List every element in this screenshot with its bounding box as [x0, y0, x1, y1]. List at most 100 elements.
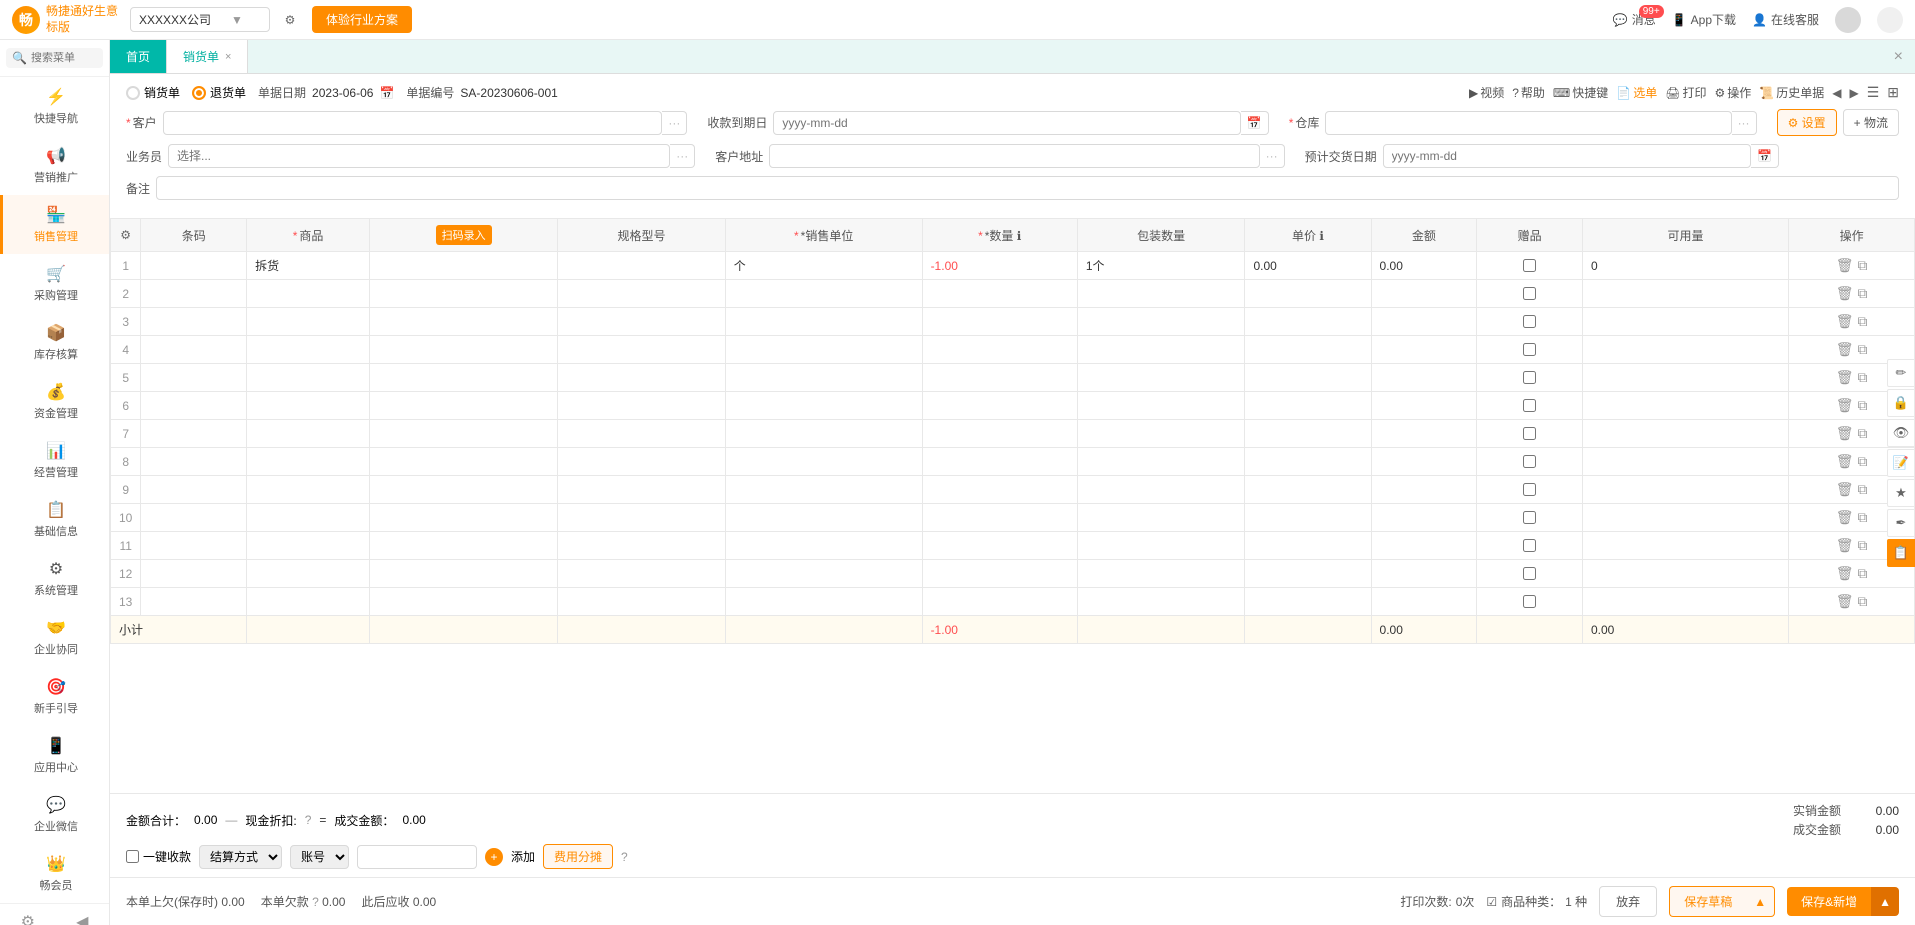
row-unit[interactable] — [725, 504, 922, 532]
gift-checkbox[interactable] — [1523, 371, 1536, 384]
row-spec[interactable] — [558, 476, 726, 504]
row-barcode[interactable] — [141, 252, 247, 280]
row-qty[interactable] — [922, 392, 1077, 420]
row-product[interactable] — [247, 476, 370, 504]
row-unit[interactable] — [725, 336, 922, 364]
row-product[interactable] — [247, 588, 370, 616]
row-barcode[interactable] — [141, 448, 247, 476]
row-copy-button[interactable]: ⧉ — [1857, 593, 1867, 610]
row-gift[interactable] — [1477, 336, 1583, 364]
row-product[interactable] — [247, 392, 370, 420]
abandon-button[interactable]: 放弃 — [1599, 886, 1657, 917]
salesman-input[interactable] — [168, 144, 670, 168]
avatar[interactable] — [1835, 7, 1861, 33]
row-qty[interactable] — [922, 336, 1077, 364]
expected-date-input[interactable] — [1383, 144, 1751, 168]
gift-checkbox[interactable] — [1523, 259, 1536, 272]
row-product[interactable] — [247, 420, 370, 448]
row-gift[interactable] — [1477, 252, 1583, 280]
row-unit-price[interactable] — [1245, 504, 1371, 532]
row-qty[interactable] — [922, 504, 1077, 532]
row-gift[interactable] — [1477, 588, 1583, 616]
sidebar-item-purchase[interactable]: 🛒 采购管理 — [0, 254, 109, 313]
row-amount[interactable] — [1371, 336, 1477, 364]
gift-checkbox[interactable] — [1523, 511, 1536, 524]
row-unit-price[interactable] — [1245, 280, 1371, 308]
salesman-ellipsis-button[interactable]: ··· — [670, 144, 695, 168]
row-barcode[interactable] — [141, 476, 247, 504]
radio-return-order[interactable]: 退货单 — [192, 84, 246, 101]
row-unit[interactable] — [725, 588, 922, 616]
row-product[interactable] — [247, 336, 370, 364]
row-spec[interactable] — [558, 336, 726, 364]
company-select[interactable]: XXXXXX公司 ▼ — [130, 7, 270, 32]
row-amount[interactable] — [1371, 420, 1477, 448]
gift-checkbox[interactable] — [1523, 399, 1536, 412]
row-unit-price[interactable] — [1245, 308, 1371, 336]
settings-gear-button[interactable]: ⚙ — [276, 6, 304, 34]
row-barcode[interactable] — [141, 392, 247, 420]
row-unit[interactable] — [725, 364, 922, 392]
row-unit-price[interactable] — [1245, 588, 1371, 616]
row-spec[interactable] — [558, 420, 726, 448]
col-settings[interactable]: ⚙ — [111, 219, 141, 252]
row-amount[interactable] — [1371, 532, 1477, 560]
row-pack-qty[interactable] — [1077, 280, 1245, 308]
sidebar-collapse-icon[interactable]: ◀ — [76, 912, 88, 925]
row-amount[interactable] — [1371, 280, 1477, 308]
row-amount[interactable] — [1371, 364, 1477, 392]
row-qty[interactable] — [922, 588, 1077, 616]
row-barcode[interactable] — [141, 532, 247, 560]
row-copy-button[interactable]: ⧉ — [1857, 341, 1867, 358]
row-barcode[interactable] — [141, 504, 247, 532]
gift-checkbox[interactable] — [1523, 567, 1536, 580]
row-copy-button[interactable]: ⧉ — [1857, 509, 1867, 526]
sidebar-item-operations[interactable]: 📊 经营管理 — [0, 431, 109, 490]
setting-button[interactable]: ⚙ 设置 — [1777, 109, 1837, 136]
tab-sales-order[interactable]: 销货单 × — [167, 40, 248, 73]
row-amount[interactable]: 0.00 — [1371, 252, 1477, 280]
row-pack-qty[interactable] — [1077, 420, 1245, 448]
add-payment-button[interactable]: + — [485, 848, 503, 866]
sidebar-item-quick-nav[interactable]: ⚡ 快捷导航 — [0, 77, 109, 136]
row-pack-qty[interactable] — [1077, 476, 1245, 504]
row-copy-button[interactable]: ⧉ — [1857, 481, 1867, 498]
float-clipboard-button[interactable]: 📋 — [1887, 539, 1915, 567]
row-spec[interactable] — [558, 364, 726, 392]
row-copy-button[interactable]: ⧉ — [1857, 257, 1867, 274]
row-delete-button[interactable]: 🗑 — [1836, 313, 1854, 330]
row-unit-price[interactable] — [1245, 392, 1371, 420]
row-product[interactable] — [247, 504, 370, 532]
row-pack-qty[interactable] — [1077, 392, 1245, 420]
row-pack-qty[interactable] — [1077, 532, 1245, 560]
sidebar-item-sales[interactable]: 🏪 销售管理 — [0, 195, 109, 254]
gift-checkbox[interactable] — [1523, 427, 1536, 440]
save-draft-button[interactable]: 保存草稿 — [1669, 886, 1746, 917]
cost-split-button[interactable]: 费用分摊 — [543, 844, 613, 869]
row-spec[interactable] — [558, 252, 726, 280]
row-unit[interactable] — [725, 420, 922, 448]
print-link[interactable]: 🖨 打印 — [1665, 84, 1706, 101]
avatar-extra[interactable] — [1877, 7, 1903, 33]
row-unit-price[interactable] — [1245, 420, 1371, 448]
row-unit-price[interactable] — [1245, 476, 1371, 504]
trial-button[interactable]: 体验行业方案 — [312, 6, 412, 33]
float-lock-button[interactable]: 🔒 — [1887, 389, 1915, 417]
row-barcode[interactable] — [141, 336, 247, 364]
row-barcode[interactable] — [141, 420, 247, 448]
row-delete-button[interactable]: 🗑 — [1836, 397, 1854, 414]
row-pack-qty[interactable] — [1077, 588, 1245, 616]
sidebar-item-system[interactable]: ⚙ 系统管理 — [0, 549, 109, 608]
help-link[interactable]: ? 帮助 — [1512, 84, 1545, 101]
sidebar-item-member[interactable]: 👑 畅会员 — [0, 844, 109, 903]
tab-home[interactable]: 首页 — [110, 40, 167, 73]
row-unit-price[interactable]: 0.00 — [1245, 252, 1371, 280]
search-input[interactable] — [31, 52, 101, 64]
row-barcode[interactable] — [141, 588, 247, 616]
radio-sale-order[interactable]: 销货单 — [126, 84, 180, 101]
row-spec[interactable] — [558, 308, 726, 336]
gift-checkbox[interactable] — [1523, 315, 1536, 328]
one-click-payment-checkbox[interactable]: 一键收款 — [126, 848, 191, 865]
row-pack-qty[interactable] — [1077, 336, 1245, 364]
sidebar-item-guide[interactable]: 🎯 新手引导 — [0, 667, 109, 726]
